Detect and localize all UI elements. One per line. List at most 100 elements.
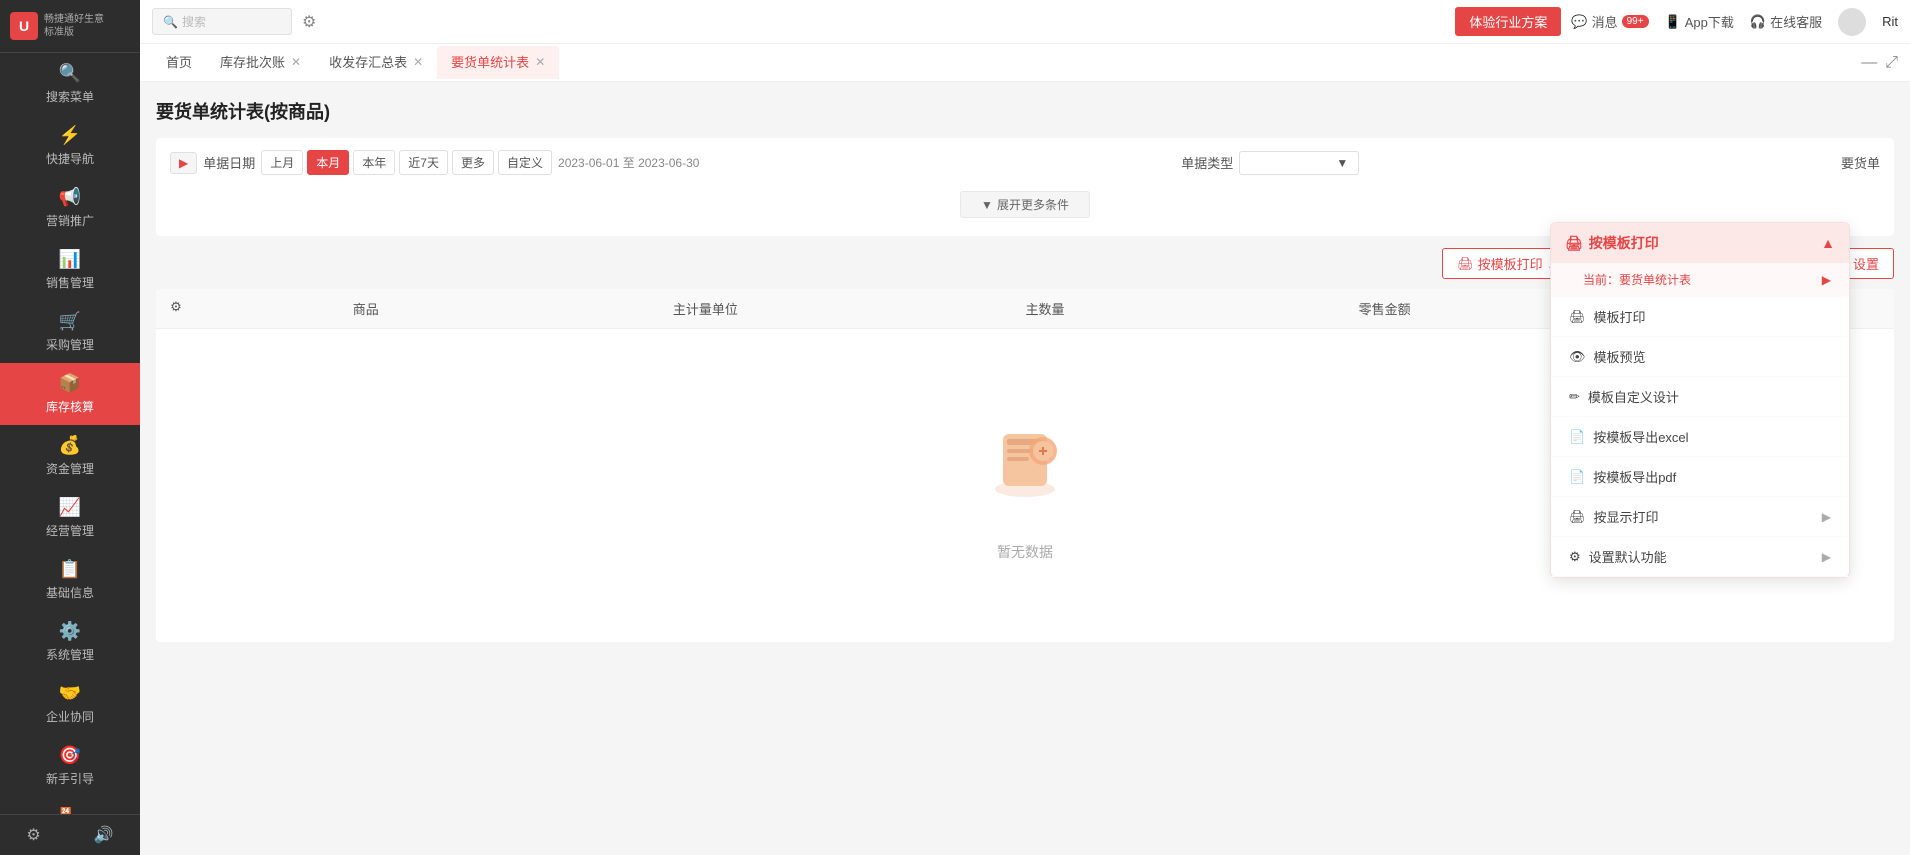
display-print-left: 🖨 按显示打印: [1569, 507, 1659, 526]
expand-arrow-icon: ▶: [179, 156, 188, 170]
template-design-label: 模板自定义设计: [1588, 387, 1679, 406]
dropdown-item-template-print[interactable]: 🖨 模板打印: [1551, 297, 1849, 337]
empty-text: 暂无数据: [997, 542, 1053, 562]
sidebar-item-label: 快捷导航: [46, 150, 94, 167]
user-avatar[interactable]: [1838, 8, 1866, 36]
gear-icon[interactable]: ⚙: [302, 12, 316, 32]
dropdown-title: 🖨 按模板打印: [1565, 233, 1659, 253]
print-dropdown: 🖨 按模板打印 ▲ 当前：要货单统计表 ▶ 🖨 模板打印 👁 模板预览 ✏: [1550, 222, 1850, 578]
sidebar-item-label: 系统管理: [46, 646, 94, 663]
settings-button[interactable]: ⚙: [26, 825, 40, 845]
gear-icon: ⚙: [170, 299, 182, 314]
app-download-button[interactable]: 📱 App下载: [1665, 12, 1734, 31]
tab-home[interactable]: 首页: [152, 46, 206, 79]
sidebar-item-finance[interactable]: 💰 资金管理: [0, 425, 140, 487]
search-placeholder: 搜索: [182, 13, 206, 30]
sidebar-item-purchase[interactable]: 🛒 采购管理: [0, 301, 140, 363]
trial-button[interactable]: 体验行业方案: [1455, 7, 1561, 36]
search-bar[interactable]: 🔍 搜索: [152, 8, 292, 35]
sidebar-item-label: 经营管理: [46, 522, 94, 539]
sidebar-item-basic[interactable]: 📋 基础信息: [0, 549, 140, 611]
topbar-right: 💬 消息 99+ 📱 App下载 🎧 在线客服 Rit: [1571, 8, 1898, 36]
type-select[interactable]: ▼: [1239, 151, 1359, 175]
filter-expand-left-btn[interactable]: ▶: [170, 152, 197, 174]
sidebar-item-collab[interactable]: 🤝 企业协同: [0, 673, 140, 735]
quicknav-icon: ⚡: [59, 125, 81, 146]
sidebar-item-search[interactable]: 🔍 搜索菜单: [0, 53, 140, 115]
system-icon: ⚙️: [59, 621, 81, 642]
date-buttons: 上月 本月 本年 近7天 更多 自定义: [261, 150, 552, 175]
template-print-label: 模板打印: [1594, 307, 1646, 326]
dropdown-item-display-print[interactable]: 🖨 按显示打印 ▶: [1551, 497, 1849, 537]
tab-order-stats[interactable]: 要货单统计表 ✕: [437, 46, 559, 79]
sidebar-item-label: 企业协同: [46, 708, 94, 725]
tab-batch-close[interactable]: ✕: [291, 55, 301, 69]
date-btn-custom[interactable]: 自定义: [498, 150, 552, 175]
template-preview-icon: 👁: [1569, 349, 1586, 365]
dropdown-item-default-func[interactable]: ⚙ 设置默认功能 ▶: [1551, 537, 1849, 577]
template-design-icon: ✏: [1569, 389, 1580, 405]
col-amount: 零售金额: [1215, 289, 1555, 328]
finance-icon: 💰: [59, 435, 81, 456]
sidebar-item-appstore[interactable]: 🏪 应用中心: [0, 797, 140, 814]
sidebar-item-operation[interactable]: 📈 经营管理: [0, 487, 140, 549]
page-title: 要货单统计表(按商品): [156, 98, 1894, 124]
col-gear[interactable]: ⚙: [156, 289, 196, 328]
dropdown-close-icon[interactable]: ▲: [1821, 235, 1835, 251]
tab-order-stats-close[interactable]: ✕: [535, 55, 545, 69]
service-icon: 🎧: [1750, 14, 1766, 30]
default-func-left: ⚙ 设置默认功能: [1569, 547, 1667, 566]
tab-receipts[interactable]: 收发存汇总表 ✕: [315, 46, 437, 79]
sidebar-item-marketing[interactable]: 📢 营销推广: [0, 177, 140, 239]
tab-receipts-close[interactable]: ✕: [413, 55, 423, 69]
logo-text: 畅捷通好生意 标准版: [44, 13, 104, 39]
date-btn-current-month[interactable]: 本月: [307, 150, 349, 175]
minimize-icon[interactable]: —: [1861, 54, 1877, 72]
date-btn-last-month[interactable]: 上月: [261, 150, 303, 175]
type-filter-label: 单据类型: [1181, 153, 1233, 172]
date-btn-current-year[interactable]: 本年: [353, 150, 395, 175]
dropdown-item-export-pdf[interactable]: 📄 按模板导出pdf: [1551, 457, 1849, 497]
export-pdf-icon: 📄: [1569, 469, 1585, 485]
maximize-icon[interactable]: ⤢: [1885, 54, 1898, 72]
collab-icon: 🤝: [59, 683, 81, 704]
expand-more-button[interactable]: ▼ 展开更多条件: [960, 191, 1090, 218]
print-icon: 🖨: [1457, 256, 1474, 272]
sidebar-item-guide[interactable]: 🎯 新手引导: [0, 735, 140, 797]
select-arrow-icon: ▼: [1336, 156, 1348, 170]
online-service-button[interactable]: 🎧 在线客服: [1750, 12, 1822, 31]
sidebar-item-label: 营销推广: [46, 212, 94, 229]
window-controls: — ⤢: [1861, 54, 1898, 72]
display-print-label: 按显示打印: [1594, 507, 1659, 526]
main-area: 🔍 搜索 ⚙ 体验行业方案 💬 消息 99+ 📱 App下载 🎧 在线客服 Ri…: [140, 0, 1910, 855]
messages-button[interactable]: 💬 消息 99+: [1571, 12, 1648, 31]
default-func-icon: ⚙: [1569, 549, 1581, 565]
dropdown-header: 🖨 按模板打印 ▲: [1551, 223, 1849, 263]
default-func-label: 设置默认功能: [1589, 547, 1667, 566]
tab-batch[interactable]: 库存批次账 ✕: [206, 46, 315, 79]
sidebar-item-system[interactable]: ⚙️ 系统管理: [0, 611, 140, 673]
date-btn-last7days[interactable]: 近7天: [399, 150, 448, 175]
dropdown-current-template[interactable]: 当前：要货单统计表 ▶: [1551, 263, 1849, 297]
app-download-label: App下载: [1685, 12, 1734, 31]
date-filter-label: 单据日期: [203, 153, 255, 172]
sidebar-item-label: 新手引导: [46, 770, 94, 787]
export-pdf-label: 按模板导出pdf: [1593, 467, 1676, 486]
dropdown-item-template-design[interactable]: ✏ 模板自定义设计: [1551, 377, 1849, 417]
dropdown-item-export-excel[interactable]: 📄 按模板导出excel: [1551, 417, 1849, 457]
logo-icon: U: [10, 12, 38, 40]
sidebar-item-quicknav[interactable]: ⚡ 快捷导航: [0, 115, 140, 177]
tab-receipts-label: 收发存汇总表: [329, 52, 407, 71]
tab-batch-label: 库存批次账: [220, 52, 285, 71]
sidebar-item-label: 销售管理: [46, 274, 94, 291]
sidebar-item-inventory[interactable]: 📦 库存核算: [0, 363, 140, 425]
export-excel-icon: 📄: [1569, 429, 1585, 445]
col-unit: 主计量单位: [536, 289, 876, 328]
date-btn-more[interactable]: 更多: [452, 150, 494, 175]
sound-button[interactable]: 🔊: [94, 825, 114, 845]
dropdown-item-template-preview[interactable]: 👁 模板预览: [1551, 337, 1849, 377]
guide-icon: 🎯: [59, 745, 81, 766]
sidebar-item-sales[interactable]: 📊 销售管理: [0, 239, 140, 301]
sales-icon: 📊: [59, 249, 81, 270]
sidebar-item-label: 搜索菜单: [46, 88, 94, 105]
